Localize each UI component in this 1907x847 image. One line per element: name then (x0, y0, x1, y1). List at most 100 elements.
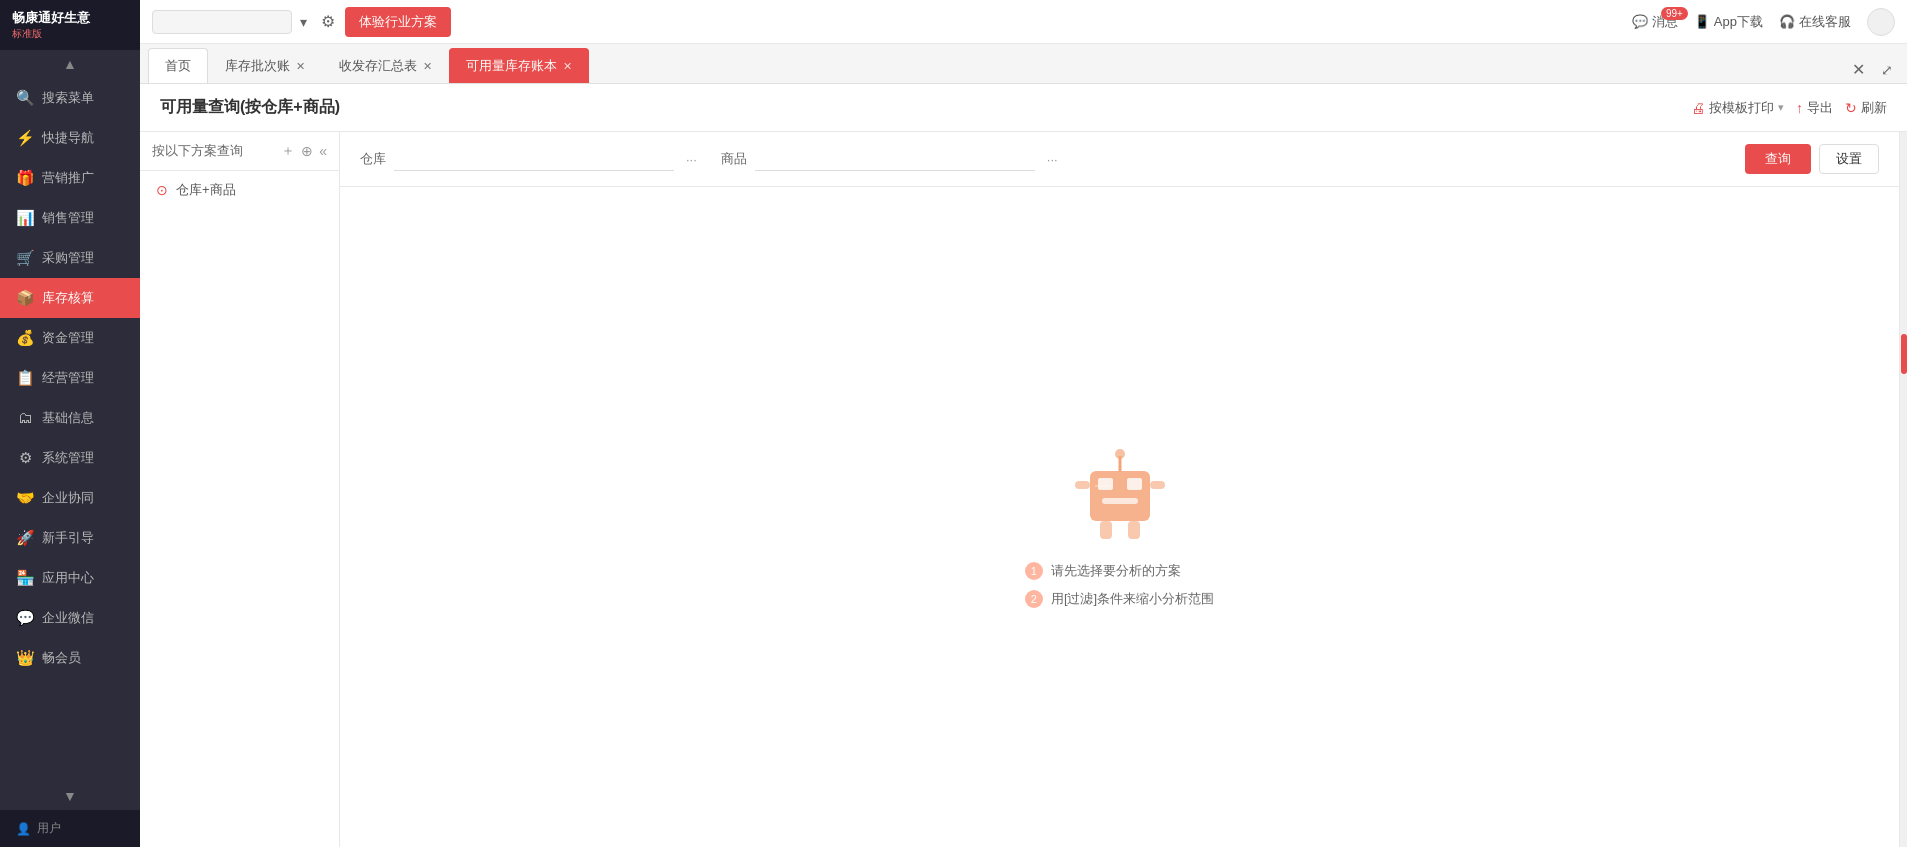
sidebar: 畅康通好生意 标准版 ▲ 🔍 搜索菜单 ⚡ 快捷导航 🎁 营销推广 📊 销售管理… (0, 0, 140, 847)
tab-home[interactable]: 首页 (148, 48, 208, 83)
sidebar-menu: 🔍 搜索菜单 ⚡ 快捷导航 🎁 营销推广 📊 销售管理 🛒 采购管理 📦 库存核… (0, 78, 140, 782)
sidebar-label-app-center: 应用中心 (42, 569, 94, 587)
query-button[interactable]: 查询 (1745, 144, 1811, 174)
svg-rect-6 (1075, 481, 1090, 489)
export-label: 导出 (1807, 99, 1833, 117)
sidebar-item-sys-mgmt[interactable]: ⚙ 系统管理 (0, 438, 140, 478)
sidebar-icon-sys-mgmt: ⚙ (16, 449, 34, 467)
sidebar-item-marketing-promo[interactable]: 🎁 营销推广 (0, 158, 140, 198)
export-btn[interactable]: ↑ 导出 (1796, 99, 1833, 117)
sidebar-icon-ops-mgmt: 📋 (16, 369, 34, 387)
user-avatar-topbar[interactable] (1867, 8, 1895, 36)
sidebar-item-app-center[interactable]: 🏪 应用中心 (0, 558, 140, 598)
expand-tabs-btn[interactable]: ⤢ (1875, 60, 1899, 80)
sidebar-label-enterprise-collab: 企业协同 (42, 489, 94, 507)
sidebar-icon-vip-member: 👑 (16, 649, 34, 667)
sidebar-item-ops-mgmt[interactable]: 📋 经营管理 (0, 358, 140, 398)
settings-button[interactable]: 设置 (1819, 144, 1879, 174)
topbar-input-area: ▾ ⚙ 体验行业方案 (152, 7, 1624, 37)
sidebar-label-vip-member: 畅会员 (42, 649, 81, 667)
sidebar-icon-new-guide: 🚀 (16, 529, 34, 547)
scheme-item-warehouse-product[interactable]: ⊙ 仓库+商品 (140, 171, 339, 209)
app-download-label: App下载 (1714, 13, 1763, 31)
print-btn[interactable]: 🖨 按模板打印 ▾ (1691, 99, 1784, 117)
product-input[interactable] (755, 147, 1035, 171)
warehouse-input[interactable] (394, 147, 674, 171)
refresh-btn[interactable]: ↻ 刷新 (1845, 99, 1887, 117)
refresh-label: 刷新 (1861, 99, 1887, 117)
left-panel: 按以下方案查询 ＋ ⊕ « ⊙ 仓库+商品 (140, 132, 340, 847)
sidebar-item-funds-mgmt[interactable]: 💰 资金管理 (0, 318, 140, 358)
sidebar-item-enterprise-collab[interactable]: 🤝 企业协同 (0, 478, 140, 518)
product-label: 商品 (721, 150, 747, 168)
sidebar-label-inventory-calc: 库存核算 (42, 289, 94, 307)
topbar-search-input[interactable] (152, 10, 292, 34)
warehouse-more-btn[interactable]: ··· (682, 150, 701, 169)
empty-hint-1: 1 请先选择要分析的方案 (1025, 562, 1214, 580)
sidebar-item-search[interactable]: 🔍 搜索菜单 (0, 78, 140, 118)
print-icon: 🖨 (1691, 100, 1705, 116)
tab-label-receipt-summary: 收发存汇总表 (339, 57, 417, 75)
tab-close-receipt-summary[interactable]: ✕ (423, 60, 432, 73)
tab-label-available-qty: 可用量库存账本 (466, 57, 557, 75)
sidebar-scroll-down[interactable]: ▼ (0, 782, 140, 810)
sidebar-icon-enterprise-collab: 🤝 (16, 489, 34, 507)
sidebar-footer: 👤 用户 (0, 810, 140, 847)
empty-illustration (1060, 426, 1180, 546)
promo-button[interactable]: 体验行业方案 (345, 7, 451, 37)
page-header-actions: 🖨 按模板打印 ▾ ↑ 导出 ↻ 刷新 (1691, 99, 1887, 117)
tab-close-batch-account[interactable]: ✕ (296, 60, 305, 73)
tab-available-qty[interactable]: 可用量库存账本 ✕ (449, 48, 589, 83)
sidebar-item-basic-info[interactable]: 🗂 基础信息 (0, 398, 140, 438)
app-download-icon: 📱 (1694, 14, 1710, 29)
main-area: ▾ ⚙ 体验行业方案 💬 消息 99+ 📱 App下载 🎧 在线客服 首页库存批… (140, 0, 1907, 847)
content-area: 按以下方案查询 ＋ ⊕ « ⊙ 仓库+商品 仓库 ··· (140, 132, 1907, 847)
sidebar-label-marketing-promo: 营销推广 (42, 169, 94, 187)
add-scheme-btn[interactable]: ＋ (281, 142, 295, 160)
export-icon: ↑ (1796, 100, 1803, 116)
user-name: 用户 (37, 820, 61, 837)
sidebar-item-sales-mgmt[interactable]: 📊 销售管理 (0, 198, 140, 238)
message-btn[interactable]: 💬 消息 99+ (1632, 13, 1678, 31)
page-title: 可用量查询(按仓库+商品) (160, 97, 340, 118)
sidebar-item-enterprise-wechat[interactable]: 💬 企业微信 (0, 598, 140, 638)
sidebar-item-new-guide[interactable]: 🚀 新手引导 (0, 518, 140, 558)
app-download-btn[interactable]: 📱 App下载 (1694, 13, 1763, 31)
svg-rect-7 (1150, 481, 1165, 489)
scrollbar-thumb[interactable] (1901, 334, 1907, 374)
warehouse-label: 仓库 (360, 150, 386, 168)
tab-receipt-summary[interactable]: 收发存汇总表 ✕ (322, 48, 449, 83)
tab-close-available-qty[interactable]: ✕ (563, 60, 572, 73)
sidebar-scroll-up[interactable]: ▲ (0, 50, 140, 78)
product-filter: 商品 ··· (721, 147, 1062, 171)
scheme-icon: ⊙ (156, 182, 168, 198)
sidebar-item-inventory-calc[interactable]: 📦 库存核算 (0, 278, 140, 318)
sidebar-item-purchase-mgmt[interactable]: 🛒 采购管理 (0, 238, 140, 278)
tab-batch-account[interactable]: 库存批次账✕ (208, 48, 322, 83)
collapse-panel-btn[interactable]: « (319, 142, 327, 160)
topbar-gear-btn[interactable]: ⚙ (315, 10, 341, 33)
refresh-icon: ↻ (1845, 100, 1857, 116)
message-icon: 💬 (1632, 14, 1648, 29)
sidebar-label-funds-mgmt: 资金管理 (42, 329, 94, 347)
message-badge: 99+ (1661, 7, 1688, 20)
sidebar-label-sys-mgmt: 系统管理 (42, 449, 94, 467)
svg-rect-8 (1100, 521, 1112, 539)
empty-hint-2: 2 用[过滤]条件来缩小分析范围 (1025, 590, 1214, 608)
close-all-tabs-btn[interactable]: ✕ (1846, 58, 1871, 81)
topbar-dropdown-btn[interactable]: ▾ (296, 12, 311, 32)
empty-state: 1 请先选择要分析的方案 2 用[过滤]条件来缩小分析范围 (340, 187, 1899, 847)
svg-rect-2 (1127, 478, 1142, 490)
sidebar-icon-enterprise-wechat: 💬 (16, 609, 34, 627)
settings-scheme-btn[interactable]: ⊕ (301, 142, 313, 160)
svg-rect-1 (1098, 478, 1113, 490)
user-avatar: 👤 (16, 822, 31, 836)
product-more-btn[interactable]: ··· (1043, 150, 1062, 169)
sidebar-item-vip-member[interactable]: 👑 畅会员 (0, 638, 140, 678)
sidebar-item-shortcut[interactable]: ⚡ 快捷导航 (0, 118, 140, 158)
svg-point-5 (1115, 449, 1125, 459)
tabs-bar: 首页库存批次账✕ 收发存汇总表 ✕ 可用量库存账本 ✕ ✕ ⤢ (140, 44, 1907, 84)
sidebar-icon-app-center: 🏪 (16, 569, 34, 587)
online-service-btn[interactable]: 🎧 在线客服 (1779, 13, 1851, 31)
print-dropdown-icon[interactable]: ▾ (1778, 101, 1784, 114)
